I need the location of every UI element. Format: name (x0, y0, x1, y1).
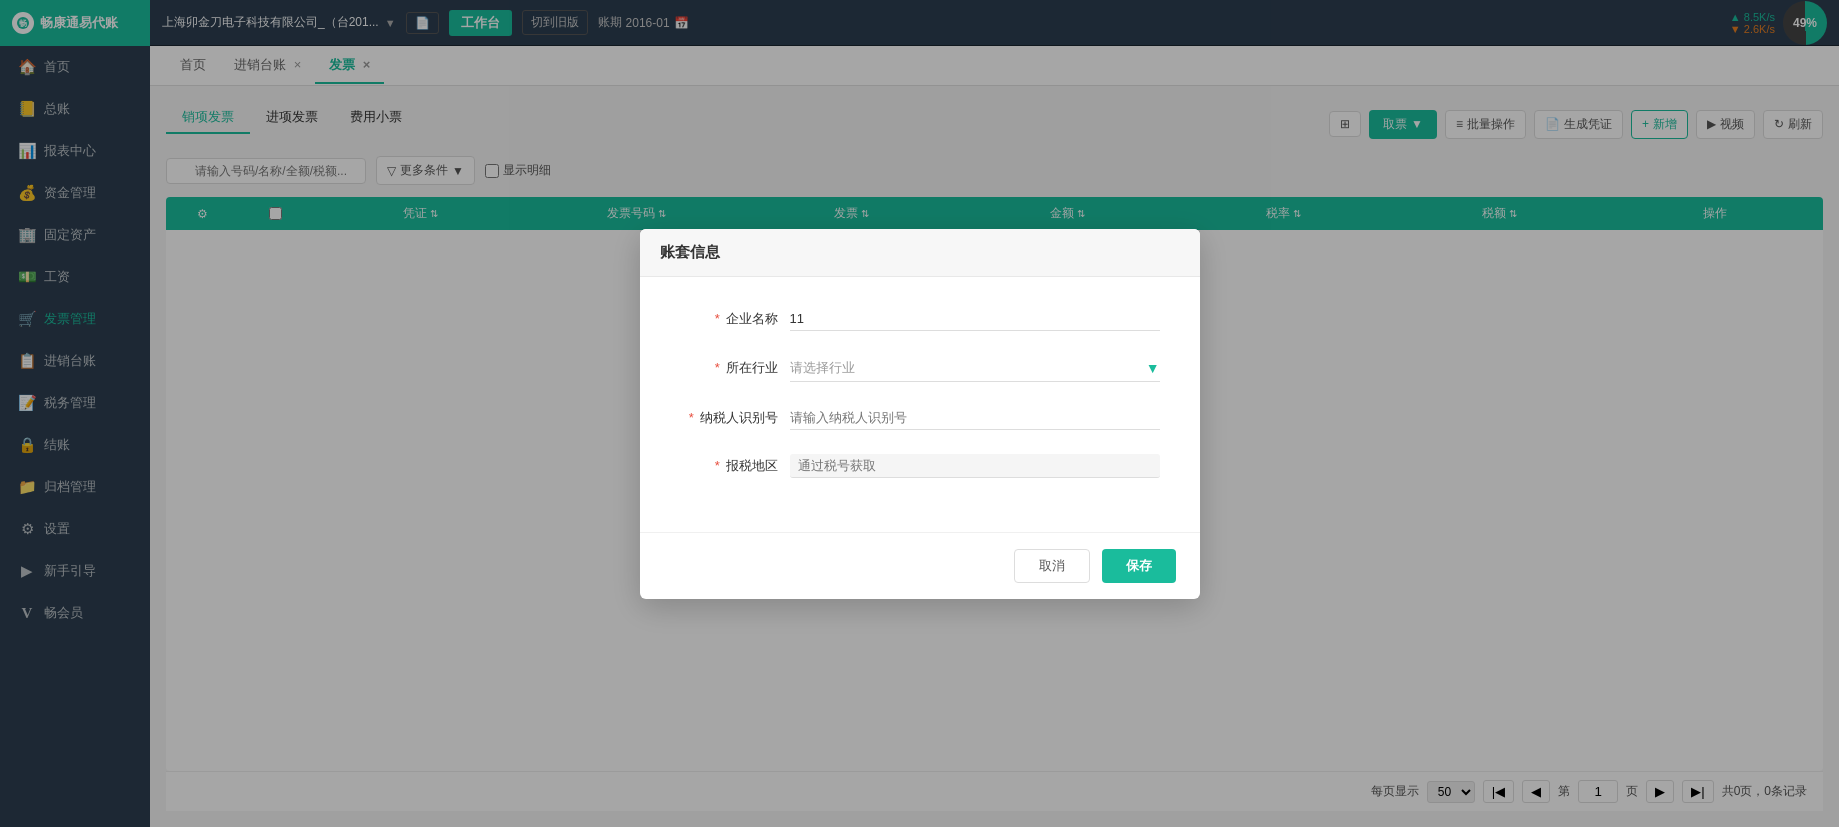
form-row-company-name: * 企业名称 (680, 307, 1160, 331)
company-name-label: * 企业名称 (680, 310, 790, 328)
dialog-title: 账套信息 (640, 229, 1200, 277)
tax-region-input (790, 454, 1160, 478)
form-row-tax-region: * 报税地区 (680, 454, 1160, 478)
form-row-industry: * 所在行业 请选择行业 ▼ (680, 355, 1160, 382)
industry-label: * 所在行业 (680, 359, 790, 377)
form-row-tax-id: * 纳税人识别号 (680, 406, 1160, 430)
tax-id-label: * 纳税人识别号 (680, 409, 790, 427)
dialog-footer: 取消 保存 (640, 532, 1200, 599)
cancel-button[interactable]: 取消 (1014, 549, 1090, 583)
save-button[interactable]: 保存 (1102, 549, 1176, 583)
company-name-input[interactable] (790, 307, 1160, 331)
industry-placeholder: 请选择行业 (790, 359, 1146, 377)
tax-region-label: * 报税地区 (680, 457, 790, 475)
tax-id-input[interactable] (790, 406, 1160, 430)
industry-dropdown-icon[interactable]: ▼ (1146, 360, 1160, 376)
dialog-body: * 企业名称 * 所在行业 请选择行业 ▼ * 纳 (640, 277, 1200, 532)
dialog-overlay: 账套信息 * 企业名称 * 所在行业 请选择行业 ▼ (0, 0, 1839, 827)
account-info-dialog: 账套信息 * 企业名称 * 所在行业 请选择行业 ▼ (640, 229, 1200, 599)
industry-select[interactable]: 请选择行业 ▼ (790, 355, 1160, 382)
